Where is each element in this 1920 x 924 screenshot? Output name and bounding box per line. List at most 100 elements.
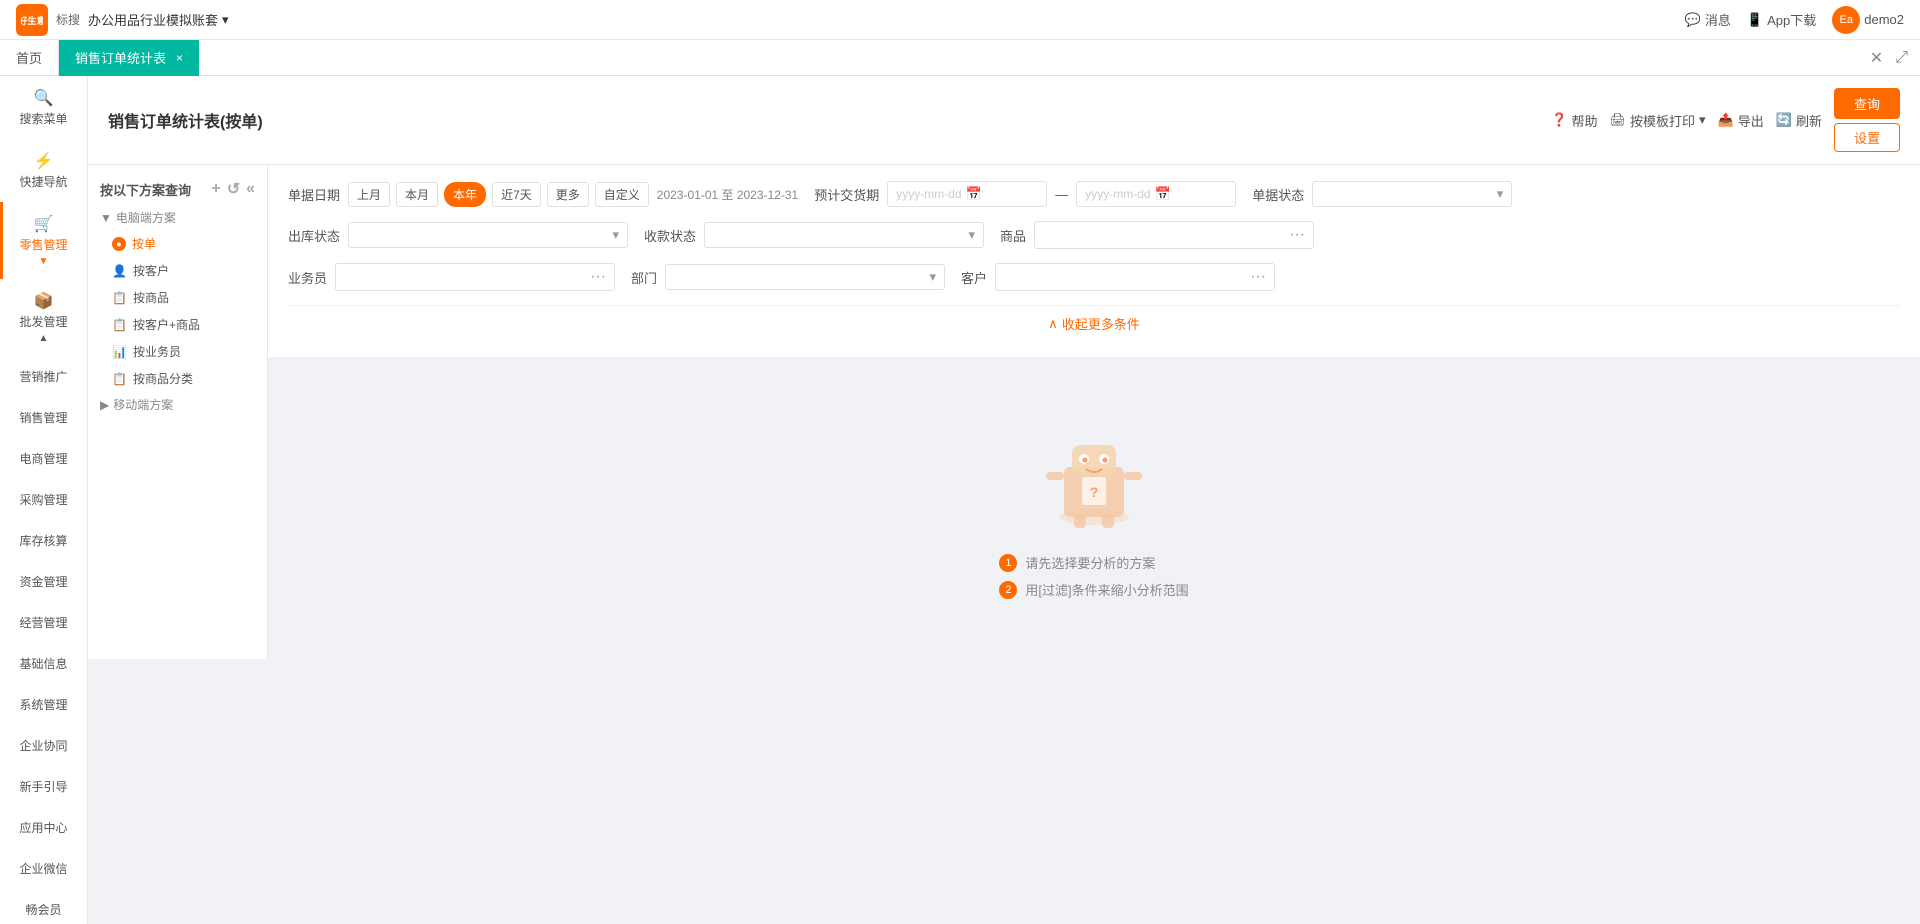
filter-panel: 单据日期 上月 本月 本年 近7天 更多 自定义 2023-01-01 至 20…: [268, 165, 1920, 357]
filter-status-select[interactable]: ▾: [1312, 181, 1512, 207]
empty-tips: 1 请先选择要分析的方案 2 用[过滤]条件来缩小分析范围: [999, 553, 1188, 599]
sidebar-item-newuser[interactable]: 新手引导: [0, 766, 87, 807]
sidebar-item-member[interactable]: 畅会员: [0, 889, 87, 924]
scheme-item-by-customer[interactable]: 👤 按客户: [88, 257, 267, 284]
filter-salesperson-input[interactable]: ···: [335, 263, 615, 291]
app-selector-text: 办公用品行业模拟账套: [88, 10, 218, 29]
sidebar-item-wholesale[interactable]: 📦 批发管理 ▲: [0, 279, 87, 356]
scheme-group-pc-arrow: ▼: [100, 211, 112, 225]
filter-goods-more-icon[interactable]: ···: [1289, 226, 1305, 244]
sidebar-item-wechat[interactable]: 企业微信: [0, 848, 87, 889]
export-button[interactable]: 📤 导出: [1718, 111, 1764, 130]
print-button[interactable]: 🖨 按模板打印 ▾: [1610, 111, 1706, 130]
filter-salesperson-more-icon[interactable]: ···: [590, 268, 606, 286]
sidebar-item-sales[interactable]: 销售管理: [0, 397, 87, 438]
sidebar-item-quicknav[interactable]: ⚡ 快捷导航: [0, 139, 87, 202]
tab-sales-stats[interactable]: 销售订单统计表 ×: [59, 40, 199, 76]
filter-row-3: 业务员 ··· 部门 ▾: [288, 263, 1900, 291]
sidebar-item-ecommerce[interactable]: 电商管理: [0, 438, 87, 479]
filter-customer-more-icon[interactable]: ···: [1250, 268, 1266, 286]
app-selector-dropdown[interactable]: 办公用品行业模拟账套 ▾: [88, 10, 229, 29]
calendar-icon: 📅: [966, 186, 982, 202]
user-menu[interactable]: Ea demo2: [1832, 6, 1904, 34]
sidebar-item-search[interactable]: 🔍 搜索菜单: [0, 76, 87, 139]
sidebar-item-retail[interactable]: 🛒 零售管理 ▼: [0, 202, 87, 279]
filter-customer-label: 客户: [961, 268, 987, 287]
sidebar-item-sales-label: 销售管理: [4, 409, 83, 426]
date-btn-7days[interactable]: 近7天: [492, 182, 541, 207]
print-dropdown-icon: ▾: [1699, 112, 1706, 128]
export-icon: 📤: [1718, 112, 1734, 128]
scheme-add-button[interactable]: +: [211, 180, 220, 198]
filter-main-row: 按以下方案查询 + ↺ « ▼ 电脑端方案 ● 按单: [88, 165, 1920, 659]
scheme-item-by-salesperson[interactable]: 📊 按业务员: [88, 338, 267, 365]
sidebar-item-appcenter[interactable]: 应用中心: [0, 807, 87, 848]
filter-row-2: 出库状态 ▾ 收款状态 ▾: [288, 221, 1900, 249]
filter-goods-input[interactable]: ···: [1034, 221, 1314, 249]
sidebar-item-finance[interactable]: 资金管理: [0, 561, 87, 602]
main-layout: 🔍 搜索菜单 ⚡ 快捷导航 🛒 零售管理 ▼ 📦 批发管理 ▲ 营销推广 销售管…: [0, 76, 1920, 924]
sidebar-item-marketing[interactable]: 营销推广: [0, 356, 87, 397]
scheme-item-by-order[interactable]: ● 按单: [88, 230, 267, 257]
wholesale-icon: 📦: [4, 291, 83, 311]
scheme-item-by-order-label: 按单: [132, 235, 156, 252]
filter-department-dropdown-icon: ▾: [930, 269, 937, 285]
filter-delivery-date-start[interactable]: yyyy-mm-dd 📅: [887, 181, 1047, 207]
scheme-refresh-button[interactable]: ↺: [227, 179, 240, 199]
tab-home[interactable]: 首页: [0, 40, 59, 76]
filter-department-select[interactable]: ▾: [665, 264, 945, 290]
tip-num-1: 1: [999, 554, 1017, 572]
settings-button[interactable]: 设置: [1834, 123, 1900, 152]
topbar: 好生意 标搜 办公用品行业模拟账套 ▾ 💬 消息 📱 App下载 Ea demo…: [0, 0, 1920, 40]
tab-close-icon[interactable]: ×: [176, 51, 183, 65]
scheme-item-by-goods-icon: 📋: [112, 291, 127, 305]
filter-item-date: 单据日期 上月 本月 本年 近7天 更多 自定义 2023-01-01 至 20…: [288, 182, 798, 207]
filter-ship-status-select[interactable]: ▾: [348, 222, 628, 248]
sidebar-item-marketing-label: 营销推广: [4, 368, 83, 385]
sidebar-item-operations[interactable]: 经营管理: [0, 602, 87, 643]
date-btn-custom[interactable]: 自定义: [595, 182, 649, 207]
sidebar-item-system[interactable]: 系统管理: [0, 684, 87, 725]
app-download-button[interactable]: 📱 App下载: [1747, 10, 1816, 29]
scheme-actions: + ↺ «: [211, 179, 255, 199]
sidebar-item-inventory[interactable]: 库存核算: [0, 520, 87, 561]
close-window-icon[interactable]: ✕: [1870, 48, 1883, 68]
scheme-group-mobile-arrow: ▶: [100, 398, 109, 412]
filter-customer-input[interactable]: ···: [995, 263, 1275, 291]
scheme-group-mobile: ▶ 移动端方案: [88, 392, 267, 417]
filter-salesperson-label: 业务员: [288, 268, 327, 287]
message-button[interactable]: 💬 消息: [1685, 10, 1731, 29]
date-btn-more[interactable]: 更多: [547, 182, 589, 207]
print-icon: 🖨: [1610, 112, 1627, 128]
filter-row-1: 单据日期 上月 本月 本年 近7天 更多 自定义 2023-01-01 至 20…: [288, 181, 1900, 207]
sidebar: 🔍 搜索菜单 ⚡ 快捷导航 🛒 零售管理 ▼ 📦 批发管理 ▲ 营销推广 销售管…: [0, 76, 88, 924]
maximize-window-icon[interactable]: ⤢: [1895, 49, 1908, 67]
sidebar-item-basic[interactable]: 基础信息: [0, 643, 87, 684]
filter-item-department: 部门 ▾: [631, 264, 945, 290]
refresh-button[interactable]: 🔄 刷新: [1776, 111, 1822, 130]
scheme-collapse-button[interactable]: «: [246, 180, 255, 198]
scheme-item-by-goods[interactable]: 📋 按商品: [88, 284, 267, 311]
page-actions: ❓ 帮助 🖨 按模板打印 ▾ 📤 导出 🔄 刷新 查询: [1551, 88, 1900, 152]
filter-payment-status-select[interactable]: ▾: [704, 222, 984, 248]
scheme-item-by-category[interactable]: 📋 按商品分类: [88, 365, 267, 392]
date-btn-this-month[interactable]: 本月: [396, 182, 438, 207]
help-button[interactable]: ❓ 帮助: [1551, 111, 1597, 130]
sidebar-item-quicknav-label: 快捷导航: [4, 173, 83, 190]
query-button[interactable]: 查询: [1834, 88, 1900, 119]
sidebar-item-enterprise[interactable]: 企业协同: [0, 725, 87, 766]
sidebar-item-purchase[interactable]: 采购管理: [0, 479, 87, 520]
date-btn-prev-month[interactable]: 上月: [348, 182, 390, 207]
collapse-more-conditions-button[interactable]: ∧ 收起更多条件: [288, 305, 1900, 341]
filter-item-payment-status: 收款状态 ▾: [644, 222, 984, 248]
filter-department-label: 部门: [631, 268, 657, 287]
sidebar-item-search-label: 搜索菜单: [4, 110, 83, 127]
date-btn-this-year[interactable]: 本年: [444, 182, 486, 207]
filter-delivery-date-end[interactable]: yyyy-mm-dd 📅: [1076, 181, 1236, 207]
sidebar-item-inventory-label: 库存核算: [4, 532, 83, 549]
scheme-item-by-salesperson-label: 按业务员: [133, 343, 181, 360]
brand-text: 标搜: [56, 11, 80, 28]
scheme-item-by-customer-goods[interactable]: 📋 按客户+商品: [88, 311, 267, 338]
sidebar-item-newuser-label: 新手引导: [4, 778, 83, 795]
query-settings-group: 查询 设置: [1834, 88, 1900, 152]
